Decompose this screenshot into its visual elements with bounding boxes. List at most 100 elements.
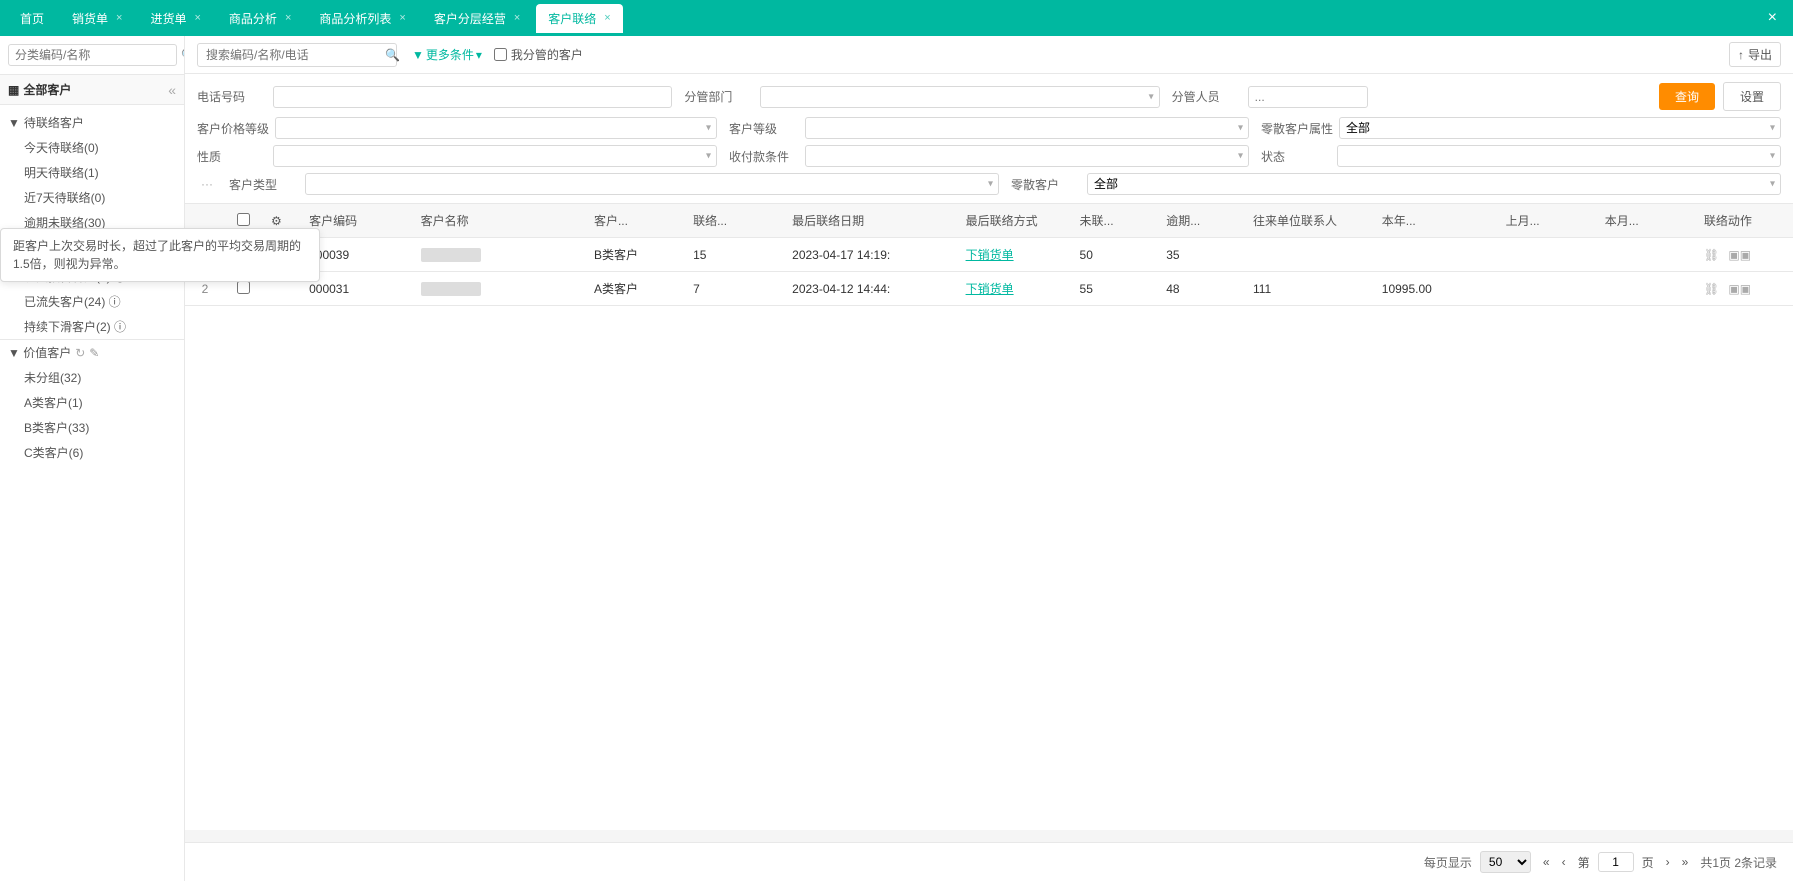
nav-customer-contact[interactable]: 客户联络 × (536, 4, 622, 33)
status-select[interactable] (1337, 145, 1781, 167)
gender-select[interactable] (273, 145, 717, 167)
cell-action: ⛓ ▣▣ (1694, 238, 1793, 272)
payment-select[interactable] (805, 145, 1249, 167)
tree-item-class-b[interactable]: B类客户(33) (0, 415, 184, 440)
cell-method: 下销货单 (956, 272, 1070, 306)
col-header-name: 客户名称 (411, 204, 584, 238)
action-qr-icon[interactable]: ▣▣ (1728, 282, 1751, 296)
edit-icon[interactable]: ✎ (89, 346, 99, 360)
close-all-button[interactable]: × (1760, 5, 1785, 31)
tree-item-declining[interactable]: 持续下滑客户(2) ⓘ (0, 314, 184, 339)
next-page-button[interactable]: › (1662, 853, 1674, 871)
cell-unreached: 55 (1070, 272, 1157, 306)
all-customers-label: ▦ 全部客户 (8, 81, 71, 98)
price-level-select[interactable] (275, 117, 717, 139)
cell-name (411, 272, 584, 306)
nav-customer-mgmt[interactable]: 客户分层经营 × (422, 4, 532, 33)
filter-bar: 🔍 ▼ 更多条件 ▾ 我分管的客户 ↑ 导出 (185, 36, 1793, 74)
sidebar-value-customers: ▼ 价值客户 ↻ ✎ (0, 339, 184, 365)
last-page-button[interactable]: » (1678, 853, 1693, 871)
export-icon: ↑ (1738, 48, 1744, 62)
nav-analysis[interactable]: 商品分析 × (217, 4, 303, 33)
tree-item-7days[interactable]: 近7天待联络(0) (0, 185, 184, 210)
nav-analysis-list[interactable]: 商品分析列表 × (307, 4, 417, 33)
cell-lastmonth (1496, 238, 1595, 272)
my-customers-label: 我分管的客户 (511, 46, 583, 63)
sidebar: 🔍 ▦ 全部客户 « ▼ 待联络客户 今天待联络(0) 明天待联络(1) 近7天… (0, 36, 185, 881)
refresh-icon[interactable]: ↻ (75, 346, 85, 360)
page-number-input[interactable] (1598, 852, 1634, 872)
nav-home[interactable]: 首页 (8, 4, 56, 33)
select-all-checkbox[interactable] (237, 213, 250, 226)
dept-label: 分管部门 (684, 88, 754, 105)
cell-type: B类客户 (584, 238, 683, 272)
more-conditions-button[interactable]: ▼ 更多条件 ▾ (412, 46, 482, 63)
method-link[interactable]: 下销货单 (966, 248, 1014, 262)
filter-search-icon[interactable]: 🔍 (385, 48, 400, 62)
nav-home-label: 首页 (20, 10, 44, 27)
cell-thisyear (1372, 238, 1496, 272)
my-customers-check[interactable] (494, 48, 507, 61)
retail-attr-select[interactable]: 全部 (1339, 117, 1781, 139)
first-page-button[interactable]: « (1539, 853, 1554, 871)
row-checkbox[interactable] (237, 281, 250, 294)
tree-item-churned[interactable]: 已流失客户(24) ⓘ (0, 289, 184, 314)
filter-row-4: ··· 客户类型 ▾ 零散客户 全部 ▾ (197, 173, 1781, 195)
query-button[interactable]: 查询 (1659, 83, 1715, 110)
nav-analysis-list-close[interactable]: × (399, 12, 405, 24)
data-table-wrapper[interactable]: ⚙ 客户编码 客户名称 客户... 联络... 最后联络日期 最后联络方式 未联… (185, 204, 1793, 830)
more-dots-button[interactable]: ··· (197, 177, 217, 191)
nav-analysis-close[interactable]: × (285, 12, 291, 24)
dept-select[interactable] (760, 86, 1159, 108)
cell-lastmonth (1496, 272, 1595, 306)
col-header-company: 往来单位联系人 (1243, 204, 1372, 238)
action-link-icon[interactable]: ⛓ (1704, 248, 1719, 262)
cell-thismonth (1595, 238, 1694, 272)
status-label: 状态 (1261, 148, 1331, 165)
filter-row-1: 电话号码 分管部门 ▾ 分管人员 查询 (197, 82, 1781, 111)
search-input[interactable] (197, 43, 397, 67)
cell-name (411, 238, 584, 272)
value-customers-label[interactable]: ▼ 价值客户 (8, 344, 71, 361)
nav-purchase[interactable]: 进货单 × (138, 4, 212, 33)
export-button[interactable]: ↑ 导出 (1729, 42, 1781, 67)
tree-group-pending[interactable]: ▼ 待联络客户 (0, 109, 184, 135)
sidebar-search-input[interactable] (8, 44, 177, 66)
prev-page-button[interactable]: ‹ (1558, 853, 1570, 871)
action-link-icon[interactable]: ⛓ (1704, 282, 1719, 296)
method-link[interactable]: 下销货单 (966, 282, 1014, 296)
col-header-action: 联络动作 (1694, 204, 1793, 238)
cell-contact: 15 (683, 238, 782, 272)
cell-company (1243, 238, 1372, 272)
price-level-label: 客户价格等级 (197, 120, 269, 137)
horizontal-scrollbar[interactable] (185, 830, 1793, 842)
my-customers-checkbox[interactable]: 我分管的客户 (494, 46, 583, 63)
per-page-select[interactable]: 20 50 100 (1480, 851, 1531, 873)
sidebar-collapse-button[interactable]: « (168, 82, 176, 98)
action-qr-icon[interactable]: ▣▣ (1728, 248, 1751, 262)
tree-item-class-a[interactable]: A类客户(1) (0, 390, 184, 415)
nav-purchase-label: 进货单 (150, 10, 186, 27)
phone-input[interactable] (273, 86, 672, 108)
tree-item-tomorrow[interactable]: 明天待联络(1) (0, 160, 184, 185)
cust-type-select[interactable] (305, 173, 999, 195)
nav-customer-contact-close[interactable]: × (604, 12, 610, 24)
filter-phone: 电话号码 (197, 86, 672, 108)
nav-sales[interactable]: 销货单 × (60, 4, 134, 33)
sidebar-tree: ▼ 待联络客户 今天待联络(0) 明天待联络(1) 近7天待联络(0) 逾期未联… (0, 105, 184, 881)
page-unit: 页 (1638, 852, 1658, 873)
settings-button[interactable]: 设置 (1723, 82, 1781, 111)
tree-item-ungroup[interactable]: 未分组(32) (0, 365, 184, 390)
tree-item-class-c[interactable]: C类客户(6) (0, 440, 184, 465)
person-input[interactable] (1248, 86, 1368, 108)
filter-dept: 分管部门 ▾ (684, 86, 1159, 108)
col-header-lastmonth: 上月... (1496, 204, 1595, 238)
gender-label: 性质 (197, 148, 267, 165)
nav-purchase-close[interactable]: × (194, 12, 200, 24)
retail-select[interactable]: 全部 (1087, 173, 1781, 195)
cust-level-select[interactable] (805, 117, 1249, 139)
tree-item-today[interactable]: 今天待联络(0) (0, 135, 184, 160)
table-settings-icon[interactable]: ⚙ (271, 214, 282, 228)
nav-sales-close[interactable]: × (116, 12, 122, 24)
nav-customer-mgmt-close[interactable]: × (514, 12, 520, 24)
